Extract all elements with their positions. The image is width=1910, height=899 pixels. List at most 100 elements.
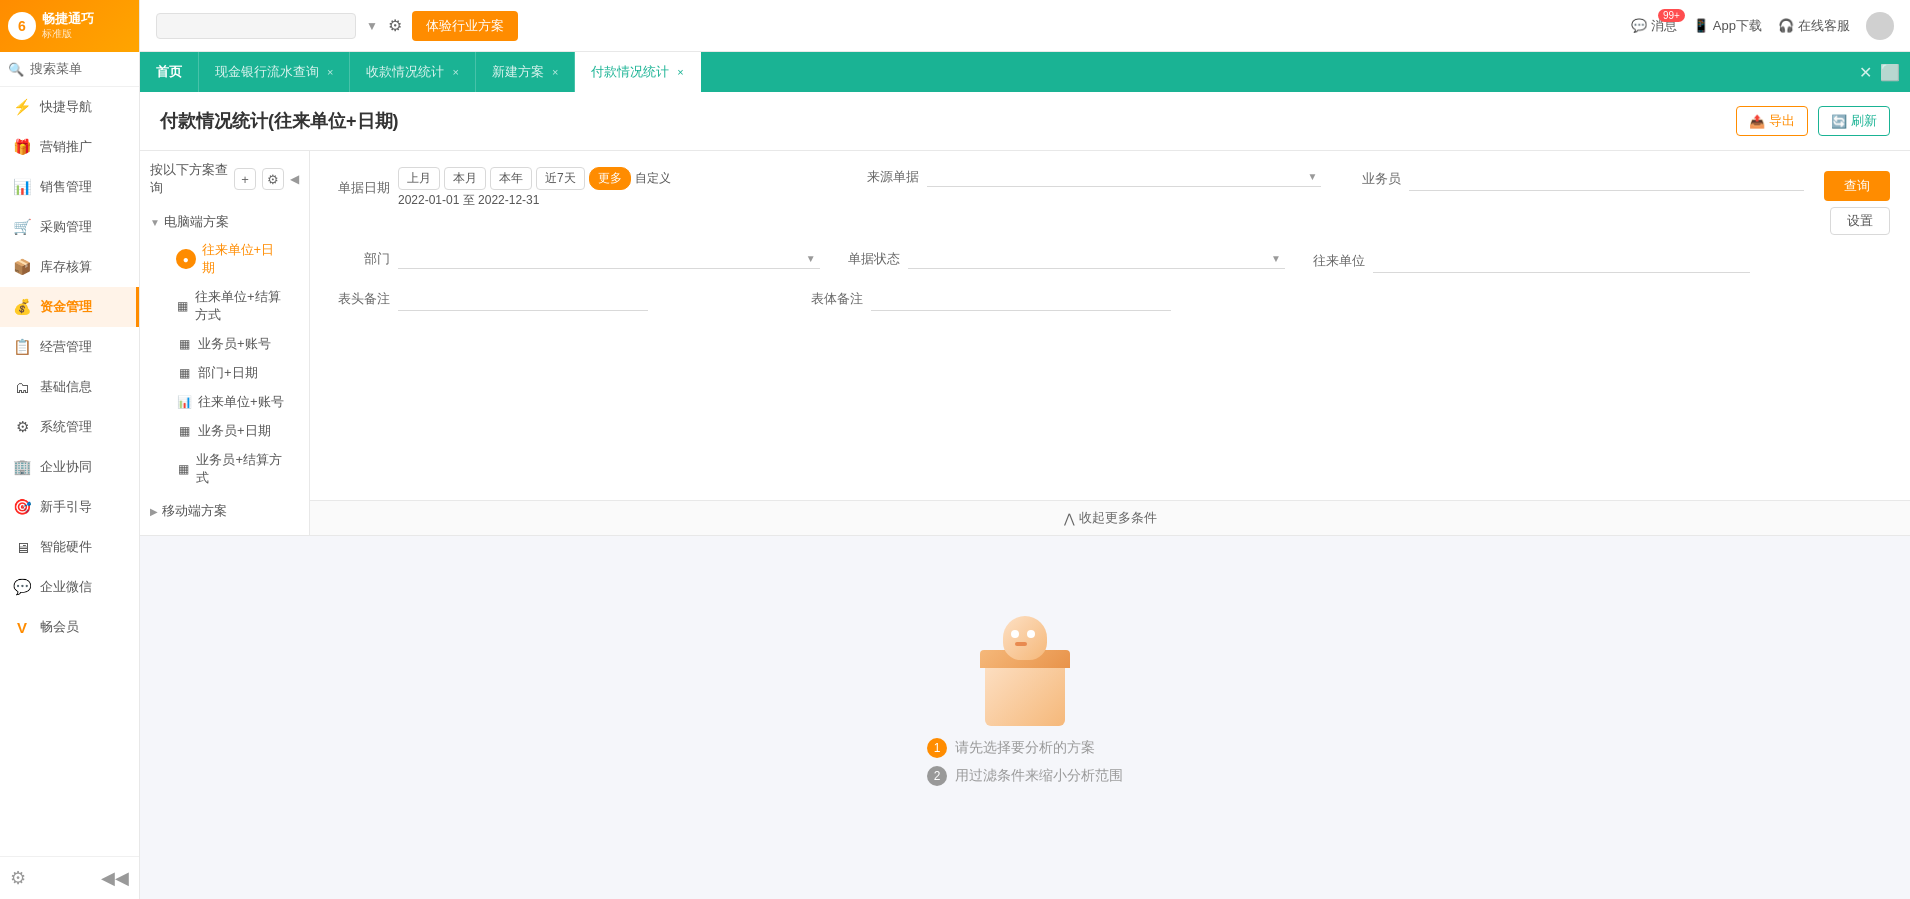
scheme-item-staff-date[interactable]: ▦ 业务员+日期 (154, 417, 295, 445)
tab-new-plan-close[interactable]: × (552, 66, 558, 78)
date-btn-more[interactable]: 更多 (589, 167, 631, 190)
sidebar-item-basics[interactable]: 🗂 基础信息 (0, 367, 139, 407)
date-btn-last-month[interactable]: 上月 (398, 167, 440, 190)
scheme-item-unit-settlement[interactable]: ▦ 往来单位+结算方式 (154, 283, 295, 329)
filter-row-3: 表头备注 表体备注 (330, 287, 1890, 311)
illustration-head (1003, 616, 1047, 660)
tab-receipt-stats-close[interactable]: × (452, 66, 458, 78)
sidebar-item-system[interactable]: ⚙ 系统管理 (0, 407, 139, 447)
tab-bank-flow[interactable]: 现金银行流水查询 × (199, 52, 350, 92)
step1-number: 1 (927, 738, 947, 758)
user-avatar[interactable] (1866, 12, 1894, 40)
export-button[interactable]: 📤 导出 (1736, 106, 1808, 136)
staff-settlement-icon: ▦ (176, 461, 190, 477)
search-icon: 🔍 (8, 62, 24, 77)
message-icon: 💬 (1631, 18, 1647, 33)
empty-state: 1 请先选择要分析的方案 2 用过滤条件来缩小分析范围 (140, 536, 1910, 866)
close-all-tabs-icon[interactable]: ✕ (1859, 63, 1872, 82)
page-content: 付款情况统计(往来单位+日期) 📤 导出 🔄 刷新 (140, 92, 1910, 899)
trial-button[interactable]: 体验行业方案 (412, 11, 518, 41)
dept-select[interactable] (402, 251, 806, 266)
custom-label: 自定义 (635, 170, 671, 187)
filter-settings-button[interactable]: 设置 (1830, 207, 1890, 235)
tab-payment-stats-close[interactable]: × (677, 66, 683, 78)
scheme-panel-header: 按以下方案查询 + ⚙ ◀ (140, 161, 309, 205)
collapse-sidebar-icon[interactable]: ◀◀ (101, 867, 129, 889)
tab-bank-flow-close[interactable]: × (327, 66, 333, 78)
tab-receipt-stats[interactable]: 收款情况统计 × (350, 52, 475, 92)
unit-input[interactable] (1373, 249, 1750, 273)
filter-row-1: 单据日期 上月 本月 本年 近7天 更多 自定义 (330, 167, 1890, 235)
tab-payment-stats[interactable]: 付款情况统计 × (575, 52, 700, 92)
scheme-settings-button[interactable]: ⚙ (262, 168, 284, 190)
mobile-chevron-right-icon: ▶ (150, 506, 158, 517)
url-bar[interactable] (156, 13, 356, 39)
date-label: 单据日期 (330, 179, 390, 197)
scheme-item-unit-date[interactable]: ● 往来单位+日期 (154, 236, 295, 282)
member-icon: V (12, 617, 32, 637)
unit-date-active-icon: ● (176, 249, 196, 269)
sidebar-item-company[interactable]: 🏢 企业协同 (0, 447, 139, 487)
source-select-wrapper: ▼ (927, 167, 1322, 187)
topbar-gear-icon[interactable]: ⚙ (388, 16, 402, 35)
unit-field: 往来单位 (1305, 249, 1750, 273)
app-download-button[interactable]: 📱 App下载 (1693, 17, 1762, 35)
collapse-bar[interactable]: ⋀ 收起更多条件 (310, 500, 1910, 535)
sidebar-item-purchase[interactable]: 🛒 采购管理 (0, 207, 139, 247)
scheme-item-staff-account[interactable]: ▦ 业务员+账号 (154, 330, 295, 358)
scheme-item-staff-settlement[interactable]: ▦ 业务员+结算方式 (154, 446, 295, 492)
sidebar-footer: ⚙ ◀◀ (0, 856, 139, 899)
wechat-icon: 💬 (12, 577, 32, 597)
sidebar-item-inventory[interactable]: 📦 库存核算 (0, 247, 139, 287)
sidebar-item-marketing[interactable]: 🎁 营销推广 (0, 127, 139, 167)
date-control: 上月 本月 本年 近7天 更多 自定义 2022-01-01 至 2022-12… (398, 167, 839, 209)
refresh-icon: 🔄 (1831, 114, 1847, 129)
sidebar-item-quick-nav[interactable]: ⚡ 快捷导航 (0, 87, 139, 127)
sidebar-item-finance[interactable]: 💰 资金管理 (0, 287, 139, 327)
mobile-scheme-category[interactable]: ▶ 移动端方案 (140, 497, 309, 525)
sidebar-item-member[interactable]: V 畅会员 (0, 607, 139, 647)
scheme-panel: 按以下方案查询 + ⚙ ◀ ▼ 电脑端方案 (140, 151, 310, 535)
date-btn-this-month[interactable]: 本月 (444, 167, 486, 190)
desktop-category-header[interactable]: ▼ 电脑端方案 (150, 209, 299, 235)
illustration-eyes (1011, 630, 1019, 638)
dept-chevron-icon: ▼ (806, 253, 816, 264)
date-btn-7days[interactable]: 近7天 (536, 167, 585, 190)
table-body-note-input[interactable] (871, 287, 1171, 311)
sidebar-item-hardware[interactable]: 🖥 智能硬件 (0, 527, 139, 567)
search-menu[interactable]: 🔍 搜索菜单 (0, 52, 139, 87)
sidebar-item-wechat[interactable]: 💬 企业微信 (0, 567, 139, 607)
scheme-item-dept-date[interactable]: ▦ 部门+日期 (154, 359, 295, 387)
filter-actions: 查询 设置 (1824, 167, 1890, 235)
scheme-collapse-icon[interactable]: ◀ (290, 172, 299, 186)
illustration-mouth (1015, 642, 1027, 646)
service-icon: 🎧 (1778, 18, 1794, 33)
refresh-button[interactable]: 🔄 刷新 (1818, 106, 1890, 136)
finance-icon: 💰 (12, 297, 32, 317)
unit-account-icon: 📊 (176, 394, 192, 410)
scheme-item-unit-account[interactable]: 📊 往来单位+账号 (154, 388, 295, 416)
sidebar-item-sales[interactable]: 📊 销售管理 (0, 167, 139, 207)
empty-step-1: 1 请先选择要分析的方案 (927, 738, 1123, 758)
tab-home[interactable]: 首页 (140, 52, 199, 92)
online-service-button[interactable]: 🎧 在线客服 (1778, 17, 1850, 35)
settings-footer-icon[interactable]: ⚙ (10, 867, 26, 889)
table-header-note-input[interactable] (398, 287, 648, 311)
sidebar-item-guide[interactable]: 🎯 新手引导 (0, 487, 139, 527)
table-body-note-label: 表体备注 (803, 290, 863, 308)
date-btn-this-year[interactable]: 本年 (490, 167, 532, 190)
query-button[interactable]: 查询 (1824, 171, 1890, 201)
message-button[interactable]: 💬 消息 99+ (1631, 17, 1677, 35)
url-dropdown-icon[interactable]: ▼ (366, 19, 378, 33)
status-select[interactable] (912, 251, 1271, 266)
staff-input[interactable] (1409, 167, 1804, 191)
source-chevron-icon: ▼ (1308, 171, 1318, 182)
table-header-note-label: 表头备注 (330, 290, 390, 308)
maximize-icon[interactable]: ⬜ (1880, 63, 1900, 82)
source-select[interactable] (931, 169, 1308, 184)
hardware-icon: 🖥 (12, 537, 32, 557)
sidebar-header: 6 畅捷通巧 标准版 (0, 0, 139, 52)
sidebar-item-operations[interactable]: 📋 经营管理 (0, 327, 139, 367)
add-scheme-button[interactable]: + (234, 168, 256, 190)
tab-new-plan[interactable]: 新建方案 × (476, 52, 575, 92)
